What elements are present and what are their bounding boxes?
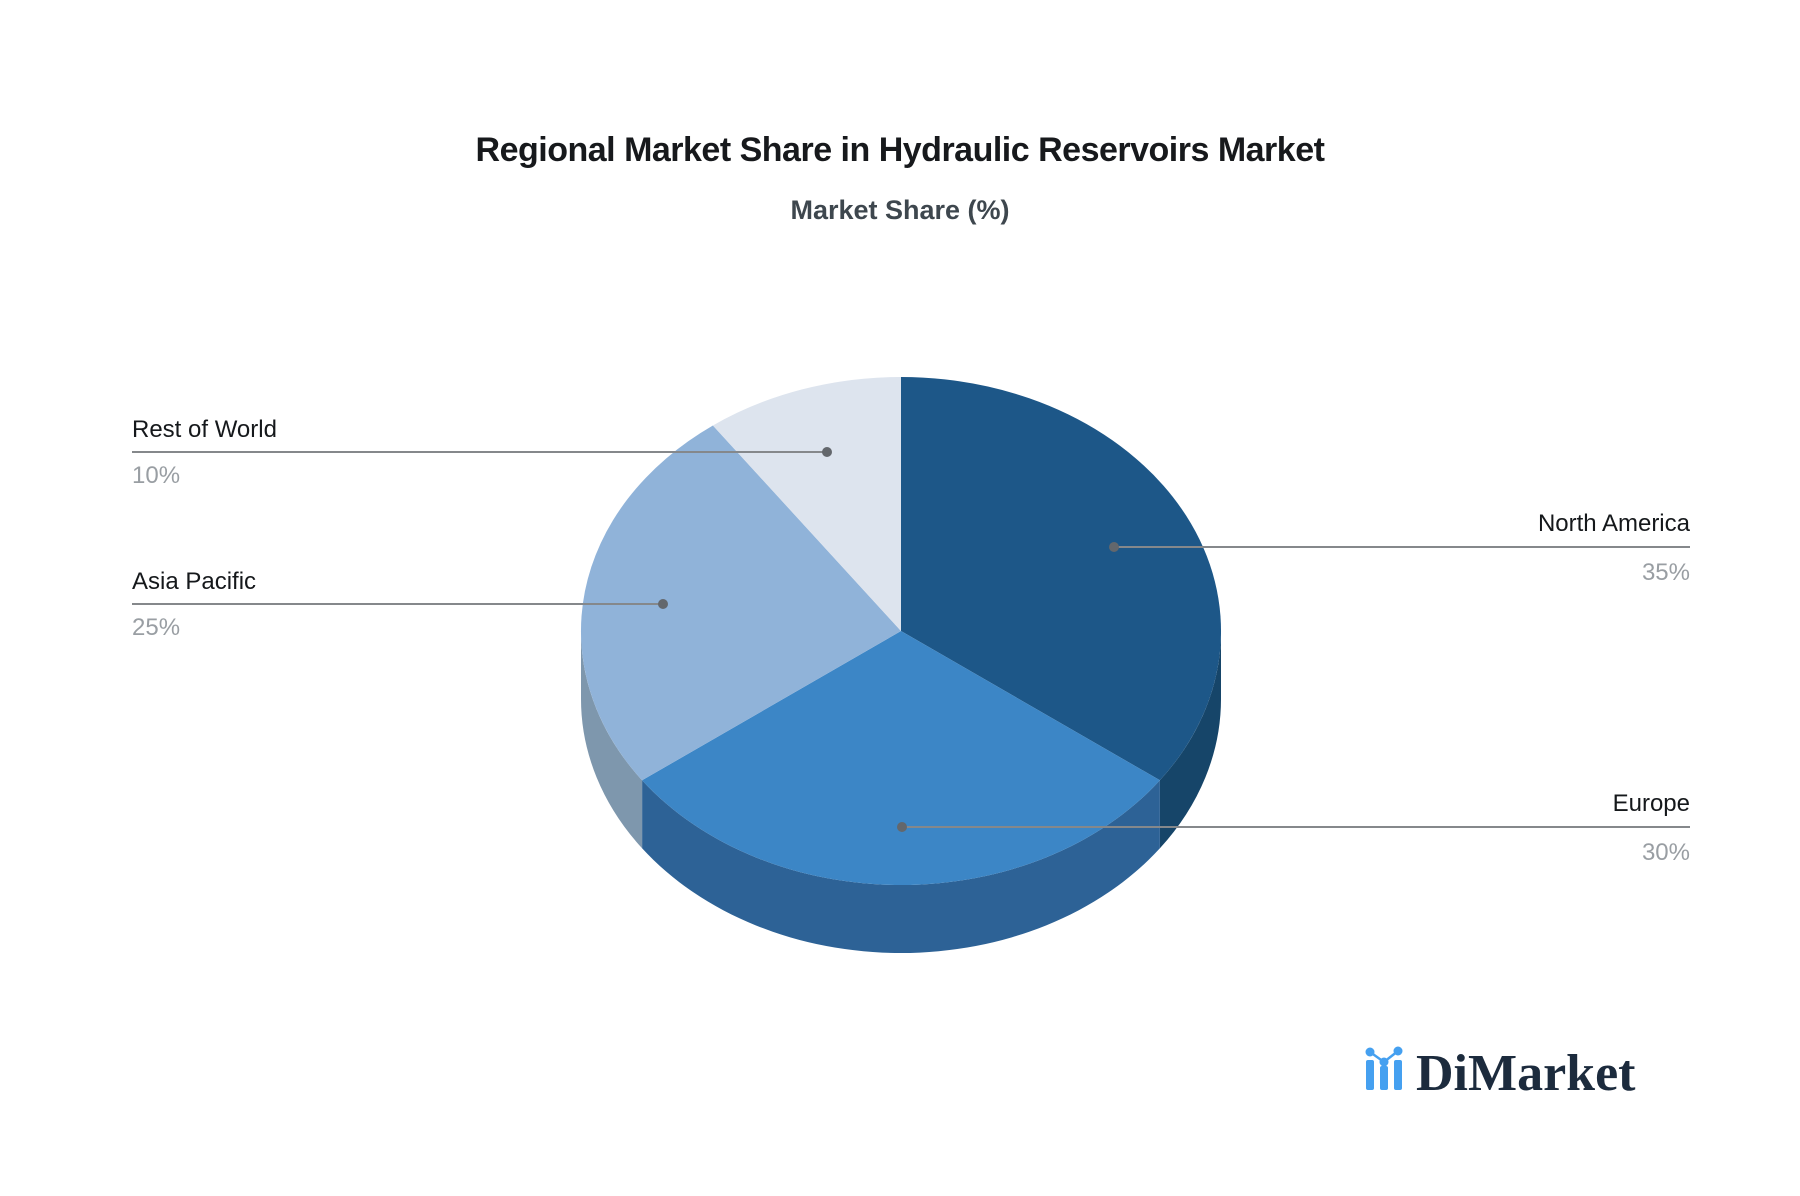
pct-asia-pacific: 25%: [132, 614, 181, 641]
label-north-america: North America: [1537, 510, 1690, 537]
leader-dot-asia-pacific: [658, 599, 668, 609]
pct-north-america: 35%: [1641, 559, 1690, 586]
pie-chart: [132, 376, 1690, 954]
brand-logo-text: DiMarket: [1416, 1045, 1636, 1102]
label-europe: Europe: [1612, 790, 1690, 817]
leader-dot-europe: [897, 822, 907, 832]
leader-dot-north-america: [1109, 542, 1119, 552]
label-rest-of-world: Rest of World: [132, 416, 277, 443]
pct-europe: 30%: [1641, 839, 1690, 866]
pct-rest-of-world: 10%: [132, 462, 181, 489]
leader-dot-rest-of-world: [822, 447, 832, 457]
dimarket-logo-icon: [1365, 1046, 1403, 1090]
label-asia-pacific: Asia Pacific: [132, 568, 257, 595]
chart-page: { "chart_data": { "type": "pie", "style"…: [0, 0, 1800, 1196]
